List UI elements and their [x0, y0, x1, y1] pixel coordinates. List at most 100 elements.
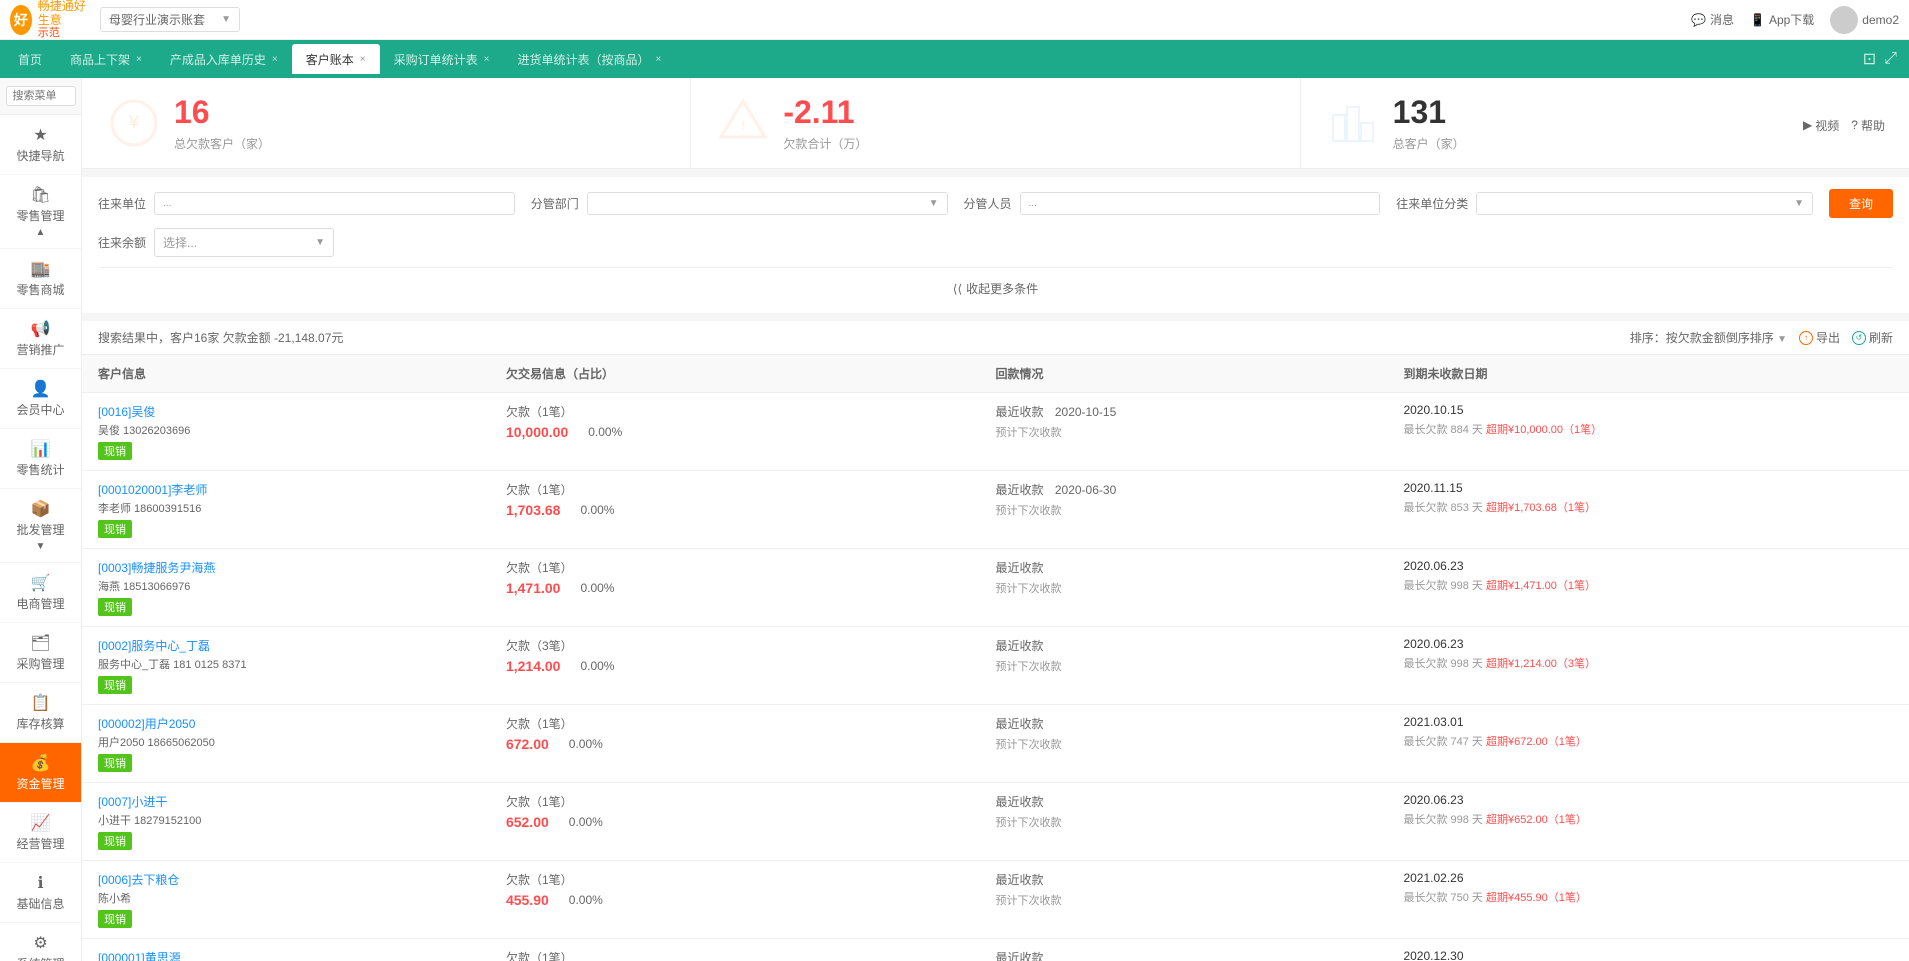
system-mgmt-icon: ⚙ [0, 933, 81, 953]
recovery-info-2: 最近收款 预计下次收款 [996, 559, 1404, 596]
customer-info-6: [0006]去下粮仓 陈小希 现销 [98, 871, 506, 928]
collapse-button[interactable]: ⟨⟨ 收起更多条件 [949, 276, 1042, 301]
unit-category-select[interactable]: ▼ [1476, 192, 1813, 215]
sidebar-item-business-mgmt[interactable]: 📈 经营管理 [0, 803, 81, 863]
debt-ratio-5: 0.00% [569, 815, 603, 829]
sidebar-item-inventory[interactable]: 📋 库存核算 [0, 683, 81, 743]
sidebar-search-input[interactable] [6, 86, 76, 106]
from-unit-ellipsis: ... [163, 198, 171, 209]
expiry-date-0: 2020.10.15 [1403, 403, 1893, 417]
export-button[interactable]: ↑ 导出 [1799, 329, 1840, 346]
debt-amount-2: 1,471.00 [506, 580, 561, 596]
customer-name-3[interactable]: [0002]服务中心_丁磊 [98, 637, 506, 654]
sidebar-item-member-center[interactable]: 👤 会员中心 [0, 369, 81, 429]
refresh-button[interactable]: ↺ 刷新 [1852, 329, 1893, 346]
logo-text: 畅捷通好生意 示范 [38, 0, 90, 40]
filter-area: 往来单位 ... 分管部门 ▼ 分管人员 [82, 177, 1909, 313]
expiry-link-5[interactable]: 超期¥652.00（1笔） [1486, 814, 1587, 826]
tab-close-customer-account[interactable]: × [360, 54, 366, 65]
person-ellipsis: ... [1029, 198, 1037, 209]
tab-collapse-icon[interactable]: ⊡ [1863, 49, 1876, 69]
debt-ratio-0: 0.00% [588, 425, 622, 439]
sidebar-item-purchase-mgmt[interactable]: 🗂 采购管理 [0, 623, 81, 683]
expiry-info-2: 2020.06.23 最长欠款 998 天 超期¥1,471.00（1笔） [1403, 559, 1893, 593]
tab-product-history[interactable]: 产成品入库单历史 × [156, 44, 292, 74]
dept-select[interactable]: ▼ [587, 192, 948, 215]
debt-ratio-4: 0.00% [569, 737, 603, 751]
from-unit-input[interactable]: ... [154, 192, 515, 215]
recovery-next-6: 预计下次收款 [996, 892, 1404, 908]
debt-amount-6: 455.90 [506, 892, 549, 908]
expiry-link-3[interactable]: 超期¥1,214.00（3笔） [1486, 658, 1596, 670]
tab-close-product-history[interactable]: × [272, 54, 278, 65]
debt-ratio-1: 0.00% [580, 503, 614, 517]
person-input[interactable]: ... [1020, 192, 1381, 215]
video-action[interactable]: ▶ 视频 [1803, 117, 1839, 134]
expiry-link-0[interactable]: 超期¥10,000.00（1笔） [1486, 424, 1602, 436]
sidebar-item-marketing[interactable]: 📢 营销推广 [0, 309, 81, 369]
tab-close-purchase-stats[interactable]: × [655, 54, 661, 65]
help-action[interactable]: ? 帮助 [1851, 117, 1885, 134]
tab-expand-icon[interactable]: ⤢ [1884, 50, 1897, 68]
expiry-info-5: 2020.06.23 最长欠款 998 天 超期¥652.00（1笔） [1403, 793, 1893, 827]
tab-bar-end: ⊡ ⤢ [1863, 49, 1905, 69]
expiry-overdue-5: 最长欠款 998 天 超期¥652.00（1笔） [1403, 811, 1893, 827]
expiry-date-4: 2021.03.01 [1403, 715, 1893, 729]
debt-ratio-2: 0.00% [580, 581, 614, 595]
expiry-link-2[interactable]: 超期¥1,471.00（1笔） [1486, 580, 1596, 592]
sidebar-item-batch-mgmt[interactable]: 📦 批发管理 ▼ [0, 489, 81, 563]
customer-name-1[interactable]: [0001020001]李老师 [98, 481, 506, 498]
debt-amount-5: 652.00 [506, 814, 549, 830]
sidebar-item-system-mgmt[interactable]: ⚙ 系统管理 [0, 923, 81, 961]
customer-name-2[interactable]: [0003]畅捷服务尹海燕 [98, 559, 506, 576]
table-header: 客户信息 欠交易信息（占比） 回款情况 到期未收款日期 [82, 355, 1909, 393]
purchase-mgmt-icon: 🗂 [0, 633, 81, 653]
tab-purchase-stats[interactable]: 进货单统计表（按商品） × [503, 44, 675, 74]
tab-customer-account[interactable]: 客户账本 × [292, 44, 380, 74]
sidebar-item-quick-nav[interactable]: ★ 快捷导航 [0, 115, 81, 175]
overdue-amount-icon: ! [715, 95, 771, 151]
user-avatar-button[interactable]: demo2 [1830, 6, 1899, 34]
customer-contact-1: 李老师 18600391516 [98, 500, 506, 516]
customer-tag-1: 现销 [98, 520, 132, 538]
phone-icon: 📱 [1750, 13, 1765, 27]
customer-contact-0: 吴俊 13026203696 [98, 422, 506, 438]
expiry-info-3: 2020.06.23 最长欠款 998 天 超期¥1,214.00（3笔） [1403, 637, 1893, 671]
sort-arrow[interactable]: ▼ [1777, 334, 1787, 345]
customer-name-5[interactable]: [0007]小进干 [98, 793, 506, 810]
tab-purchase-order[interactable]: 采购订单统计表 × [380, 44, 504, 74]
results-summary: 搜索结果中，客户16家 欠款金额 -21,148.07元 [98, 329, 343, 346]
debt-info-3: 欠款（3笔） 1,214.00 0.00% [506, 637, 996, 674]
demo-selector[interactable]: 母婴行业演示账套 ▼ [100, 7, 240, 32]
recovery-label-3: 最近收款 [996, 637, 1404, 654]
tab-close-purchase-order[interactable]: × [484, 54, 490, 65]
customer-name-0[interactable]: [0016]吴俊 [98, 403, 506, 420]
expiry-link-1[interactable]: 超期¥1,703.68（1笔） [1486, 502, 1596, 514]
balance-select[interactable]: 选择... ▼ [154, 228, 334, 257]
sidebar-item-ecommerce[interactable]: 🛒 电商管理 [0, 563, 81, 623]
customer-name-4[interactable]: [000002]用户2050 [98, 715, 506, 732]
demo-selector-arrow: ▼ [221, 14, 231, 25]
sort-label: 排序：按欠款金额倒序排序 ▼ [1630, 329, 1787, 346]
customer-name-6[interactable]: [0006]去下粮仓 [98, 871, 506, 888]
expiry-link-6[interactable]: 超期¥455.90（1笔） [1486, 892, 1587, 904]
expiry-date-3: 2020.06.23 [1403, 637, 1893, 651]
message-button[interactable]: 💬 消息 [1691, 11, 1734, 28]
sidebar-item-basic-info[interactable]: ℹ 基础信息 [0, 863, 81, 923]
from-unit-label: 往来单位 [98, 195, 146, 212]
query-button[interactable]: 查询 [1829, 189, 1893, 218]
expiry-link-4[interactable]: 超期¥672.00（1笔） [1486, 736, 1587, 748]
tab-home[interactable]: 首页 [4, 44, 56, 74]
overdue-amount-label: 欠款合计（万） [783, 135, 867, 152]
customer-name-7[interactable]: [000001]黄思源 [98, 949, 506, 961]
sidebar-item-retail-stats[interactable]: 📊 零售统计 [0, 429, 81, 489]
tab-close-product-offline[interactable]: × [136, 54, 142, 65]
logo-icon: 好 [10, 5, 32, 35]
tab-product-offline[interactable]: 商品上下架 × [56, 44, 156, 74]
table-row: [0006]去下粮仓 陈小希 现销 欠款（1笔） 455.90 0.00% 最 [82, 861, 1909, 939]
sidebar-item-finance-mgmt[interactable]: 💰 资金管理 [0, 743, 81, 803]
app-download-button[interactable]: 📱 App下载 [1750, 11, 1814, 28]
debt-amount-4: 672.00 [506, 736, 549, 752]
sidebar-item-retail-mall[interactable]: 🏬 零售商城 [0, 249, 81, 309]
sidebar-item-retail-mgmt[interactable]: 🛍 零售管理 ▲ [0, 175, 81, 249]
